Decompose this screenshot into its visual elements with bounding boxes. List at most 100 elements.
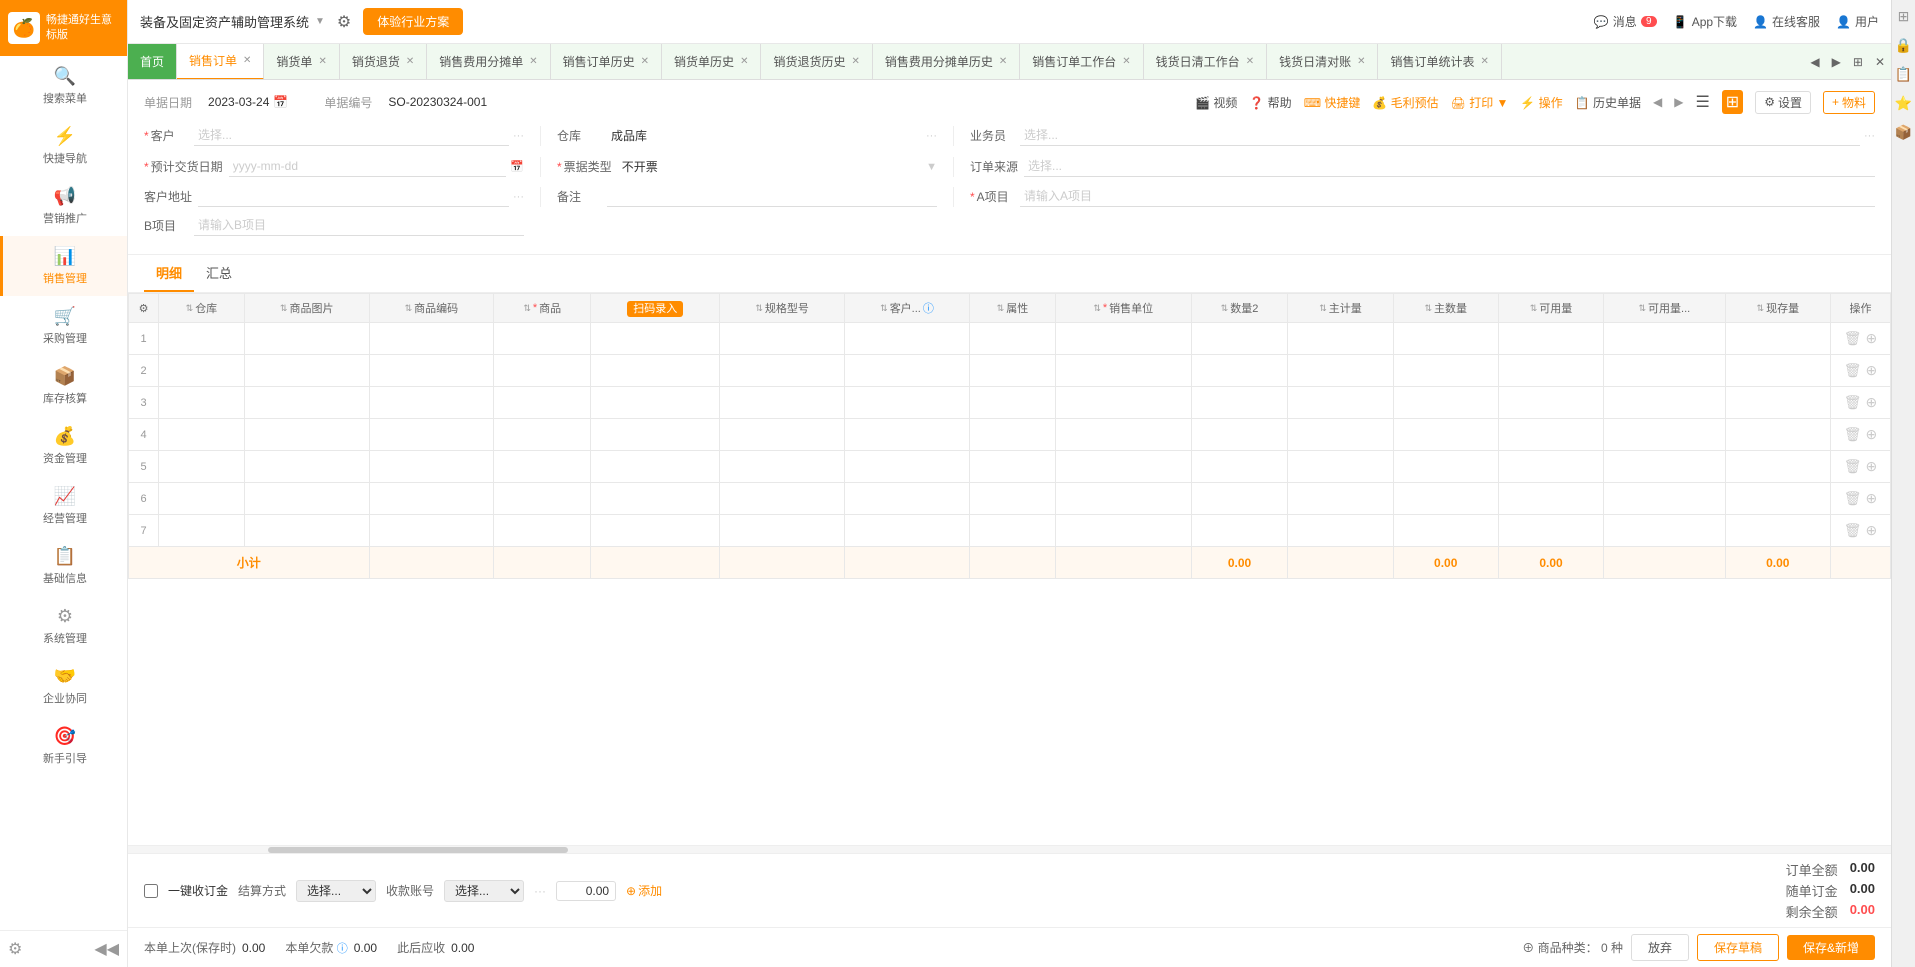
sort-munit[interactable]: ⇅ <box>1319 303 1327 314</box>
scrollbar-thumb[interactable] <box>268 847 568 853</box>
online-service-item[interactable]: 👤 在线客服 <box>1753 13 1820 30</box>
tab-item-6[interactable]: 销货单历史✕ <box>662 44 761 80</box>
delete-icon-6[interactable]: 🗑 <box>1844 490 1862 507</box>
address-expand-icon[interactable]: ··· <box>513 191 524 203</box>
sidebar-item-4[interactable]: 🛒采购管理 <box>0 296 127 356</box>
sort-ccode[interactable]: ⇅ <box>880 303 888 314</box>
copy-icon-4[interactable]: ⊕ <box>1866 426 1878 443</box>
save-new-button[interactable]: 保存&新增 <box>1787 935 1875 960</box>
info-icon[interactable]: ⓘ <box>923 300 934 316</box>
tab-close-8[interactable]: ✕ <box>999 56 1007 67</box>
copy-icon-1[interactable]: ⊕ <box>1866 330 1878 347</box>
sort-qty2[interactable]: ⇅ <box>1221 303 1229 314</box>
right-panel-icon-5[interactable]: 📦 <box>1895 124 1912 141</box>
sidebar-item-2[interactable]: 📢营销推广 <box>0 176 127 236</box>
sidebar-item-1[interactable]: ⚡快捷导航 <box>0 116 127 176</box>
sort-unit[interactable]: ⇅ <box>1093 303 1101 314</box>
sidebar-item-5[interactable]: 📦库存核算 <box>0 356 127 416</box>
nav-next-btn[interactable]: ▶ <box>1674 95 1683 109</box>
copy-icon-2[interactable]: ⊕ <box>1866 362 1878 379</box>
nav-prev-btn[interactable]: ◀ <box>1653 95 1662 109</box>
delete-icon-3[interactable]: 🗑 <box>1844 394 1862 411</box>
sort-warehouse[interactable]: ⇅ <box>186 303 194 314</box>
right-panel-icon-1[interactable]: ⊞ <box>1898 8 1910 25</box>
th-settings[interactable]: ⚙ <box>129 294 159 323</box>
solution-button[interactable]: 体验行业方案 <box>363 8 463 35</box>
right-panel-icon-3[interactable]: 📋 <box>1895 66 1912 83</box>
tab-close-all-btn[interactable]: ✕ <box>1869 44 1891 80</box>
sort-stock[interactable]: ⇅ <box>1757 303 1765 314</box>
copy-icon-5[interactable]: ⊕ <box>1866 458 1878 475</box>
expand-icon[interactable]: ··· <box>534 884 546 898</box>
table-scrollbar[interactable] <box>128 845 1891 853</box>
tab-close-9[interactable]: ✕ <box>1122 56 1130 67</box>
account-select[interactable]: 选择... <box>444 880 524 902</box>
right-panel-icon-4[interactable]: ⭐ <box>1895 95 1912 112</box>
sidebar-item-7[interactable]: 📈经营管理 <box>0 476 127 536</box>
tab-close-4[interactable]: ✕ <box>529 56 537 67</box>
tab-item-10[interactable]: 钱货日清工作台✕ <box>1144 44 1267 80</box>
tab-close-10[interactable]: ✕ <box>1246 56 1254 67</box>
tab-item-5[interactable]: 销售订单历史✕ <box>551 44 662 80</box>
sidebar-item-11[interactable]: 🎯新手引导 <box>0 716 127 776</box>
sidebar-item-10[interactable]: 🤝企业协同 <box>0 656 127 716</box>
scan-btn[interactable]: 扫码录入 <box>627 301 683 317</box>
sort-mqty[interactable]: ⇅ <box>1424 303 1432 314</box>
tab-close-6[interactable]: ✕ <box>740 56 748 67</box>
sort-img[interactable]: ⇅ <box>280 303 288 314</box>
tab-next-btn[interactable]: ▶ <box>1826 44 1847 80</box>
copy-icon-6[interactable]: ⊕ <box>1866 490 1878 507</box>
copy-icon-3[interactable]: ⊕ <box>1866 394 1878 411</box>
tab-item-12[interactable]: 销售订单统计表✕ <box>1378 44 1501 80</box>
tab-close-3[interactable]: ✕ <box>406 56 414 67</box>
tab-item-0[interactable]: 首页 <box>128 44 177 80</box>
delivery-date-input[interactable] <box>229 156 507 177</box>
right-panel-icon-2[interactable]: 🔒 <box>1895 37 1912 54</box>
save-draft-button[interactable]: 保存草稿 <box>1697 934 1779 961</box>
sort-spec[interactable]: ⇅ <box>755 303 763 314</box>
settings-icon[interactable]: ⚙ <box>8 939 22 959</box>
tab-item-4[interactable]: 销售费用分摊单✕ <box>427 44 550 80</box>
tab-summary[interactable]: 汇总 <box>194 255 244 292</box>
sort-product[interactable]: ⇅ <box>523 303 531 314</box>
customer-input[interactable] <box>194 125 509 146</box>
sidebar-item-9[interactable]: ⚙系统管理 <box>0 596 127 656</box>
copy-icon-7[interactable]: ⊕ <box>1866 522 1878 539</box>
tab-detail[interactable]: 明细 <box>144 255 194 292</box>
delete-icon-7[interactable]: 🗑 <box>1844 522 1862 539</box>
tab-item-1[interactable]: 销售订单✕ <box>177 44 264 80</box>
set-button[interactable]: ⚙ 设置 <box>1755 91 1811 114</box>
sidebar-item-3[interactable]: 📊销售管理 <box>0 236 127 296</box>
print-btn[interactable]: 🖨 打印 ▼ <box>1451 94 1509 111</box>
delete-icon-4[interactable]: 🗑 <box>1844 426 1862 443</box>
video-btn[interactable]: 🎬 视频 <box>1195 94 1237 111</box>
message-item[interactable]: 💬 消息 9 <box>1594 13 1657 30</box>
address-input[interactable] <box>198 186 509 207</box>
discard-button[interactable]: 放弃 <box>1631 934 1689 961</box>
payment-method-select[interactable]: 选择... <box>296 880 376 902</box>
app-download-item[interactable]: 📱 App下载 <box>1673 13 1737 30</box>
grid-icon[interactable]: ☰ <box>1695 92 1709 112</box>
tab-close-7[interactable]: ✕ <box>851 56 859 67</box>
payment-amount-input[interactable] <box>556 881 616 901</box>
delete-icon-1[interactable]: 🗑 <box>1844 330 1862 347</box>
add-payment-button[interactable]: ⊕ 添加 <box>626 882 662 899</box>
sidebar-item-0[interactable]: 🔍搜索菜单 <box>0 56 127 116</box>
tab-close-11[interactable]: ✕ <box>1357 56 1365 67</box>
tab-close-12[interactable]: ✕ <box>1481 56 1489 67</box>
layout-icon[interactable]: ⊞ <box>1722 90 1743 114</box>
history-btn[interactable]: 📋 历史单据 <box>1575 94 1641 111</box>
gear-icon[interactable]: ⚙ <box>337 12 351 32</box>
sort-aqty[interactable]: ⇅ <box>1530 303 1538 314</box>
a-project-input[interactable] <box>1020 186 1875 207</box>
sort-aqty2[interactable]: ⇅ <box>1639 303 1647 314</box>
tab-item-7[interactable]: 销货退货历史✕ <box>761 44 872 80</box>
tab-item-11[interactable]: 钱货日清对账✕ <box>1267 44 1378 80</box>
tab-close-1[interactable]: ✕ <box>243 55 251 66</box>
warehouse-expand-icon[interactable]: ··· <box>926 130 937 142</box>
help-btn[interactable]: ❓ 帮助 <box>1249 94 1291 111</box>
one-click-checkbox[interactable] <box>144 884 158 898</box>
debt-info-icon[interactable]: ⓘ <box>337 943 348 955</box>
delete-icon-5[interactable]: 🗑 <box>1844 458 1862 475</box>
system-dropdown-icon[interactable]: ▼ <box>315 16 325 27</box>
